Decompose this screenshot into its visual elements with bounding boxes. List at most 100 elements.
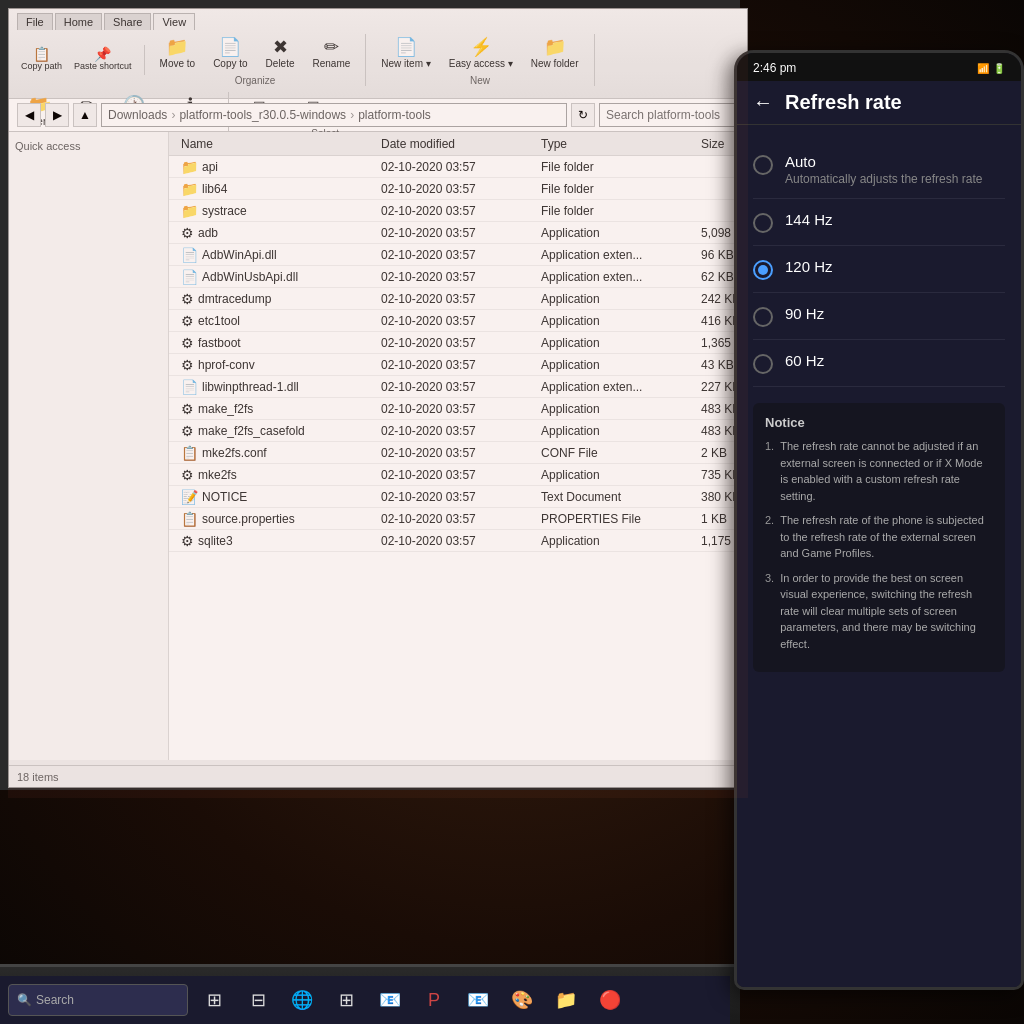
copy-path-icon: 📋	[33, 47, 50, 61]
table-row[interactable]: ⚙ dmtracedump 02-10-2020 03:57 Applicati…	[169, 288, 747, 310]
file-type-cell: Application exten...	[537, 248, 697, 262]
wifi-icon: 📶	[977, 63, 989, 74]
option-auto-text: Auto Automatically adjusts the refresh r…	[785, 153, 1005, 186]
file-date-cell: 02-10-2020 03:57	[377, 182, 537, 196]
taskbar-folder-icon[interactable]: 📁	[548, 982, 584, 1018]
phone-screen: 2:46 pm 📶 🔋 ← Refresh rate Auto Automati…	[737, 53, 1021, 987]
table-row[interactable]: ⚙ etc1tool 02-10-2020 03:57 Application …	[169, 310, 747, 332]
move-to-icon: 📁	[166, 38, 188, 56]
rename-icon: ✏	[324, 38, 339, 56]
search-input[interactable]	[599, 103, 739, 127]
table-row[interactable]: 📄 libwinpthread-1.dll 02-10-2020 03:57 A…	[169, 376, 747, 398]
copy-to-button[interactable]: 📄 Copy to	[206, 34, 254, 73]
refresh-button[interactable]: ↻	[571, 103, 595, 127]
table-row[interactable]: ⚙ sqlite3 02-10-2020 03:57 Application 1…	[169, 530, 747, 552]
table-row[interactable]: ⚙ make_f2fs_casefold 02-10-2020 03:57 Ap…	[169, 420, 747, 442]
table-row[interactable]: ⚙ adb 02-10-2020 03:57 Application 5,098…	[169, 222, 747, 244]
file-name-cell: ⚙ etc1tool	[177, 313, 377, 329]
file-date-cell: 02-10-2020 03:57	[377, 424, 537, 438]
ribbon-tab-view[interactable]: View	[153, 13, 195, 30]
refresh-option-90hz[interactable]: 90 Hz	[753, 293, 1005, 340]
file-type-cell: Application	[537, 292, 697, 306]
new-folder-button[interactable]: 📁 New folder	[524, 34, 586, 73]
file-date-cell: 02-10-2020 03:57	[377, 314, 537, 328]
file-name-cell: ⚙ hprof-conv	[177, 357, 377, 373]
file-name-cell: 📁 api	[177, 159, 377, 175]
radio-auto	[753, 155, 773, 175]
table-row[interactable]: 📁 api 02-10-2020 03:57 File folder	[169, 156, 747, 178]
table-row[interactable]: 📝 NOTICE 02-10-2020 03:57 Text Document …	[169, 486, 747, 508]
taskbar-search-box[interactable]: 🔍 Search	[8, 984, 188, 1016]
table-row[interactable]: ⚙ hprof-conv 02-10-2020 03:57 Applicatio…	[169, 354, 747, 376]
file-type-cell: Application exten...	[537, 270, 697, 284]
taskbar-mail2-icon[interactable]: 📧	[460, 982, 496, 1018]
col-header-date[interactable]: Date modified	[377, 137, 537, 151]
table-row[interactable]: 📄 AdbWinApi.dll 02-10-2020 03:57 Applica…	[169, 244, 747, 266]
file-date-cell: 02-10-2020 03:57	[377, 358, 537, 372]
copy-path-button[interactable]: 📋 Copy path	[17, 45, 66, 73]
file-date-cell: 02-10-2020 03:57	[377, 160, 537, 174]
copy-path-label: Copy path	[21, 61, 62, 71]
refresh-option-144hz[interactable]: 144 Hz	[753, 199, 1005, 246]
address-path-display[interactable]: Downloads › platform-tools_r30.0.5-windo…	[101, 103, 567, 127]
ribbon-tab-file[interactable]: File	[17, 13, 53, 30]
file-name-cell: 📄 libwinpthread-1.dll	[177, 379, 377, 395]
refresh-option-60hz[interactable]: 60 Hz	[753, 340, 1005, 387]
file-name-cell: 📋 mke2fs.conf	[177, 445, 377, 461]
new-item-button[interactable]: 📄 New item ▾	[374, 34, 437, 73]
refresh-option-auto[interactable]: Auto Automatically adjusts the refresh r…	[753, 141, 1005, 199]
easy-access-button[interactable]: ⚡ Easy access ▾	[442, 34, 520, 73]
file-date-cell: 02-10-2020 03:57	[377, 380, 537, 394]
refresh-option-120hz[interactable]: 120 Hz	[753, 246, 1005, 293]
taskbar-start-icon[interactable]: ⊞	[328, 982, 364, 1018]
table-row[interactable]: 📁 systrace 02-10-2020 03:57 File folder	[169, 200, 747, 222]
file-type-icon: 📄	[181, 269, 198, 285]
file-name-text: systrace	[202, 204, 247, 218]
nav-back-button[interactable]: ◀	[17, 103, 41, 127]
table-row[interactable]: 📋 mke2fs.conf 02-10-2020 03:57 CONF File…	[169, 442, 747, 464]
file-name-cell: 📄 AdbWinUsbApi.dll	[177, 269, 377, 285]
file-type-cell: Application	[537, 402, 697, 416]
radio-90hz	[753, 307, 773, 327]
table-row[interactable]: 📄 AdbWinUsbApi.dll 02-10-2020 03:57 Appl…	[169, 266, 747, 288]
ribbon: File Home Share View 📋 Copy path 📌 P	[9, 9, 747, 99]
file-name-cell: 📝 NOTICE	[177, 489, 377, 505]
file-name-text: hprof-conv	[198, 358, 255, 372]
file-name-cell: 📋 source.properties	[177, 511, 377, 527]
table-row[interactable]: ⚙ make_f2fs 02-10-2020 03:57 Application…	[169, 398, 747, 420]
ribbon-tab-home[interactable]: Home	[55, 13, 102, 30]
nav-up-button[interactable]: ▲	[73, 103, 97, 127]
phone-back-button[interactable]: ←	[753, 91, 773, 114]
taskbar-task-view-icon[interactable]: ⊟	[240, 982, 276, 1018]
file-date-cell: 02-10-2020 03:57	[377, 204, 537, 218]
col-header-name[interactable]: Name	[177, 137, 377, 151]
table-row[interactable]: 📁 lib64 02-10-2020 03:57 File folder	[169, 178, 747, 200]
file-type-icon: 📋	[181, 511, 198, 527]
taskbar-powerpoint-icon[interactable]: P	[416, 982, 452, 1018]
col-header-type[interactable]: Type	[537, 137, 697, 151]
file-name-text: fastboot	[198, 336, 241, 350]
rename-button[interactable]: ✏ Rename	[306, 34, 358, 73]
taskbar-edge-icon[interactable]: 🌐	[284, 982, 320, 1018]
radio-144hz	[753, 213, 773, 233]
taskbar-art-icon[interactable]: 🎨	[504, 982, 540, 1018]
table-row[interactable]: ⚙ mke2fs 02-10-2020 03:57 Application 73…	[169, 464, 747, 486]
path-sep-2: ›	[350, 108, 354, 122]
nav-forward-button[interactable]: ▶	[45, 103, 69, 127]
paste-shortcut-button[interactable]: 📌 Paste shortcut	[70, 45, 136, 73]
file-date-cell: 02-10-2020 03:57	[377, 226, 537, 240]
file-name-text: libwinpthread-1.dll	[202, 380, 299, 394]
file-name-text: NOTICE	[202, 490, 247, 504]
file-name-text: dmtracedump	[198, 292, 271, 306]
column-headers: Name Date modified Type Size	[169, 132, 747, 156]
radio-120hz-selected-dot	[758, 265, 768, 275]
paste-shortcut-label: Paste shortcut	[74, 61, 132, 71]
move-to-button[interactable]: 📁 Move to	[153, 34, 203, 73]
table-row[interactable]: ⚙ fastboot 02-10-2020 03:57 Application …	[169, 332, 747, 354]
ribbon-tab-share[interactable]: Share	[104, 13, 151, 30]
taskbar-mail-icon[interactable]: 📧	[372, 982, 408, 1018]
taskbar-chrome-icon[interactable]: 🔴	[592, 982, 628, 1018]
taskbar-windows-icon[interactable]: ⊞	[196, 982, 232, 1018]
delete-button[interactable]: ✖ Delete	[259, 34, 302, 73]
table-row[interactable]: 📋 source.properties 02-10-2020 03:57 PRO…	[169, 508, 747, 530]
